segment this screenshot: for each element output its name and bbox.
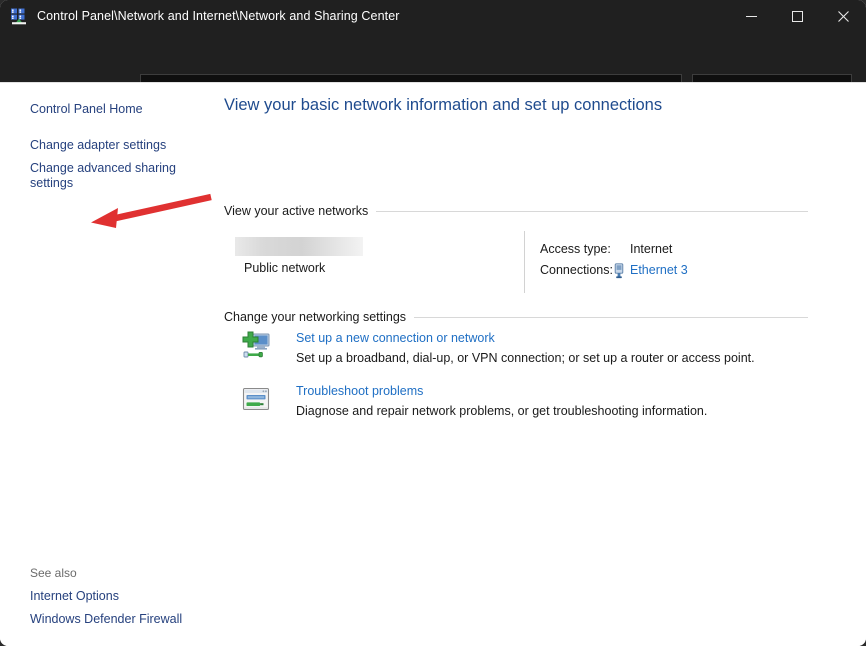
control-panel-window: Control Panel\Network and Internet\Netwo… (0, 0, 866, 646)
sidebar-item-internet-options[interactable]: Internet Options (30, 589, 119, 604)
sidebar: Control Panel Home Change adapter settin… (0, 83, 222, 646)
group-heading-active-networks: View your active networks (224, 204, 376, 218)
content-area: Control Panel Home Change adapter settin… (0, 82, 866, 646)
title-bar: Control Panel\Network and Internet\Netwo… (0, 0, 866, 32)
navigation-bar: › Control Panel › Network and Internet ›… (0, 32, 866, 82)
main-pane: View your basic network information and … (222, 83, 866, 646)
caption-buttons (728, 0, 866, 32)
sidebar-item-change-advanced-sharing-settings[interactable]: Change advanced sharing settings (30, 161, 180, 191)
minimize-button[interactable] (728, 0, 774, 32)
maximize-button[interactable] (774, 0, 820, 32)
window-title: Control Panel\Network and Internet\Netwo… (37, 9, 400, 23)
ethernet-plug-icon (612, 263, 626, 279)
close-icon (838, 11, 849, 22)
annotation-arrow (85, 193, 215, 233)
troubleshoot-icon (240, 383, 272, 415)
sidebar-item-change-adapter-settings[interactable]: Change adapter settings (30, 138, 166, 153)
active-network-panel: Public network Access type: Internet Con… (222, 223, 806, 301)
maximize-icon (792, 11, 803, 22)
task-troubleshoot-problems[interactable]: Troubleshoot problems Diagnose and repai… (240, 383, 800, 423)
minimize-icon (746, 11, 757, 22)
new-connection-icon (240, 330, 272, 362)
close-button[interactable] (820, 0, 866, 32)
sidebar-item-windows-defender-firewall[interactable]: Windows Defender Firewall (30, 612, 182, 627)
task-description-setup-new-connection: Set up a broadband, dial-up, or VPN conn… (296, 351, 755, 365)
task-setup-new-connection[interactable]: Set up a new connection or network Set u… (240, 330, 800, 370)
connections-label: Connections: (540, 263, 613, 277)
task-link-troubleshoot-problems[interactable]: Troubleshoot problems (296, 384, 423, 398)
network-name-redacted (235, 237, 363, 256)
group-heading-networking-settings: Change your networking settings (224, 310, 414, 324)
page-title: View your basic network information and … (224, 96, 662, 115)
access-type-value: Internet (630, 242, 672, 256)
active-network-divider (524, 231, 525, 293)
see-also-label: See also (30, 566, 77, 580)
task-description-troubleshoot-problems: Diagnose and repair network problems, or… (296, 404, 707, 418)
control-panel-icon (10, 7, 28, 25)
control-panel-glyph (10, 7, 28, 25)
access-type-label: Access type: (540, 242, 611, 256)
network-type-label: Public network (244, 261, 325, 275)
connection-link-ethernet-3[interactable]: Ethernet 3 (630, 263, 688, 277)
sidebar-item-control-panel-home[interactable]: Control Panel Home (30, 102, 143, 117)
task-link-setup-new-connection[interactable]: Set up a new connection or network (296, 331, 495, 345)
